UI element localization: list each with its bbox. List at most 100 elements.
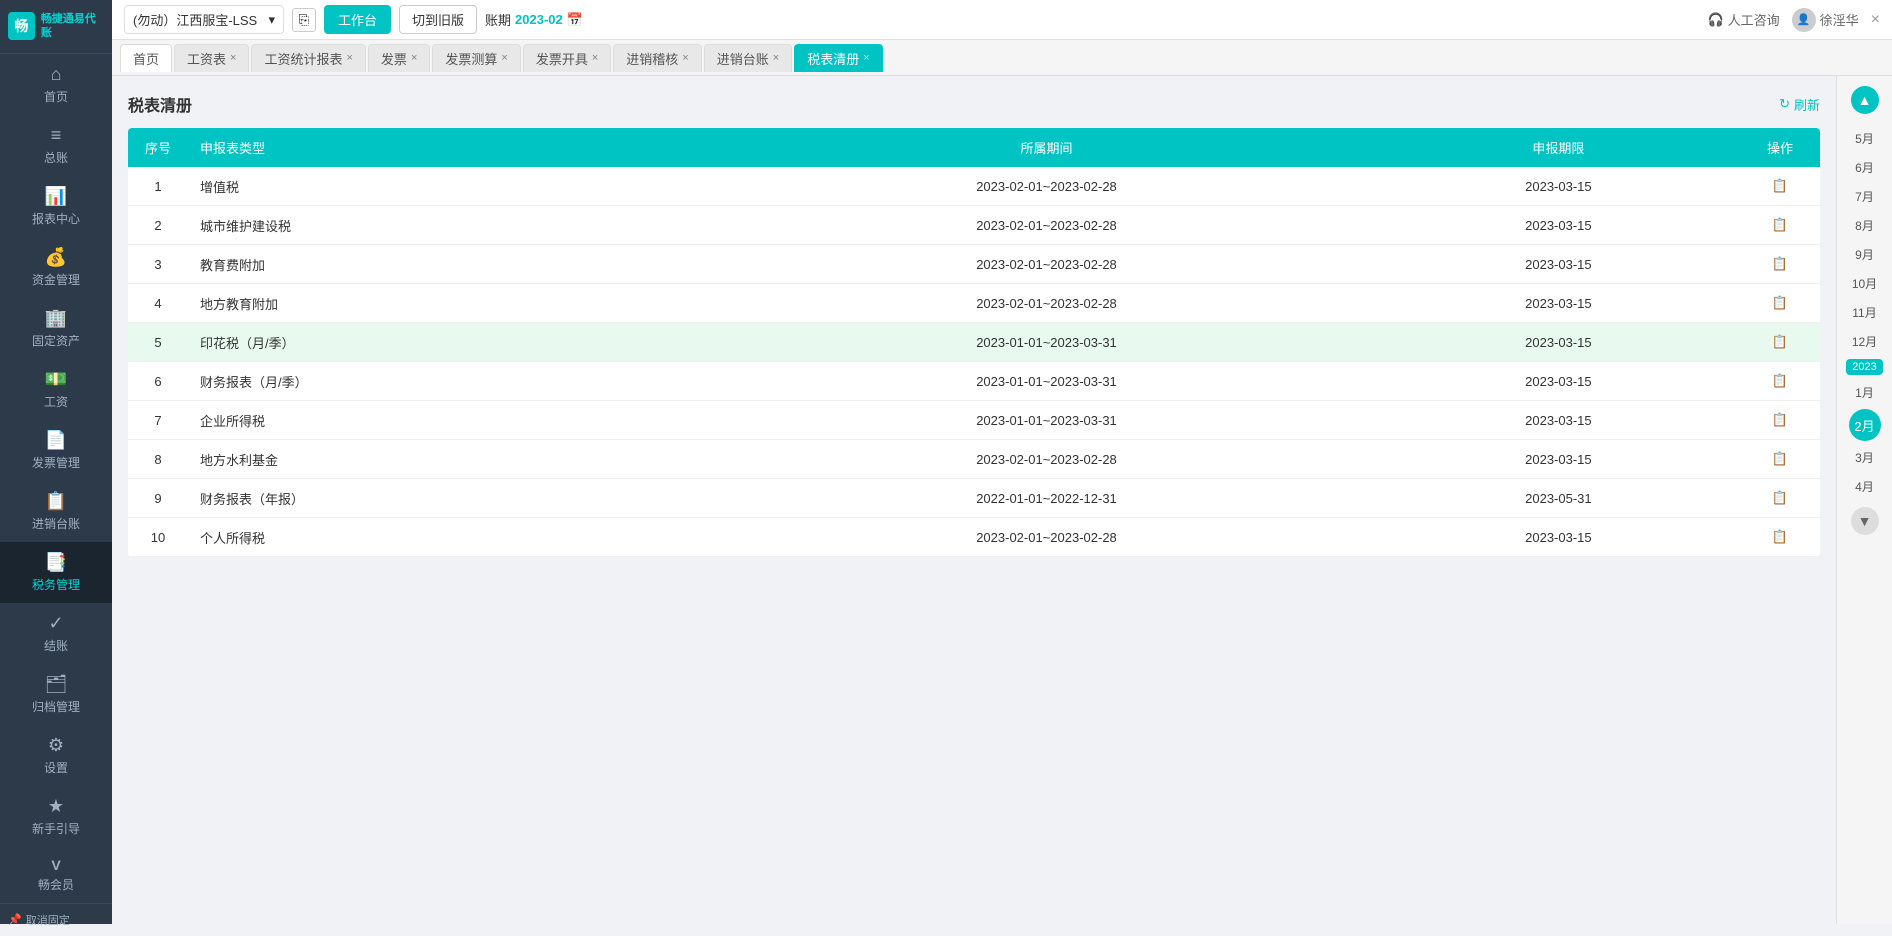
sidebar-item-settlement[interactable]: ✓ 结账 — [0, 603, 112, 664]
cell-action: 📋 — [1740, 518, 1820, 557]
tab-salary-stat[interactable]: 工资统计报表 × — [251, 44, 365, 72]
action-file-icon[interactable]: 📋 — [1770, 215, 1790, 235]
tab-close-icon[interactable]: × — [411, 52, 417, 64]
table-header-row: 序号 申报表类型 所属期间 申报期限 操作 — [128, 128, 1820, 167]
action-file-icon[interactable]: 📋 — [1770, 449, 1790, 469]
company-selector[interactable]: (勿动）江西服宝-LSS ▾ — [124, 5, 284, 34]
cal-month-9[interactable]: 9月 — [1843, 241, 1887, 268]
action-file-icon[interactable]: 📋 — [1770, 527, 1790, 547]
copy-icon[interactable]: ⎘ — [292, 8, 316, 32]
tab-close-icon[interactable]: × — [501, 52, 507, 64]
year-2023-badge[interactable]: 2023 — [1846, 359, 1882, 375]
avatar-icon: 👤 — [1792, 8, 1816, 32]
tabbar: 首页 工资表 × 工资统计报表 × 发票 × 发票测算 × 发票开具 × 进销稽… — [112, 40, 1892, 76]
calendar-icon[interactable]: 📅 — [567, 12, 583, 28]
calendar-up-nav[interactable]: ▲ — [1851, 86, 1879, 114]
consult-button[interactable]: 🎧 人工咨询 — [1707, 10, 1779, 29]
sidebar-item-new-guide[interactable]: ★ 新手引导 — [0, 786, 112, 847]
workbench-button[interactable]: 工作台 — [324, 5, 391, 34]
action-file-icon[interactable]: 📋 — [1770, 176, 1790, 196]
cell-no: 10 — [128, 518, 188, 557]
sidebar-item-report-center[interactable]: 📊 报表中心 — [0, 176, 112, 237]
tab-purchase-check[interactable]: 进销稽核 × — [613, 44, 701, 72]
refresh-icon: ↻ — [1779, 96, 1790, 112]
tab-invoice-calc[interactable]: 发票测算 × — [432, 44, 520, 72]
calendar-down-nav[interactable]: ▼ — [1851, 507, 1879, 535]
sidebar-item-label: 报表中心 — [32, 210, 80, 227]
cell-action: 📋 — [1740, 167, 1820, 206]
cell-type: 财务报表（月/季） — [188, 362, 716, 401]
cal-month-6[interactable]: 6月 — [1843, 154, 1887, 181]
tab-close-icon[interactable]: × — [230, 52, 236, 64]
tab-purchase-ledger[interactable]: 进销台账 × — [704, 44, 792, 72]
sidebar-item-label: 设置 — [44, 759, 68, 776]
cal-month-5[interactable]: 5月 — [1843, 125, 1887, 152]
cell-no: 2 — [128, 206, 188, 245]
cell-no: 6 — [128, 362, 188, 401]
cal-month-2-active[interactable]: 2月 — [1849, 409, 1881, 441]
sidebar-item-general-ledger[interactable]: ≡ 总账 — [0, 115, 112, 176]
tab-tax-register[interactable]: 税表清册 × — [794, 44, 882, 72]
sidebar-unpin-button[interactable]: 📌 取消固定 — [0, 903, 112, 936]
cell-action: 📋 — [1740, 362, 1820, 401]
tab-close-icon[interactable]: × — [346, 52, 352, 64]
tab-invoice-issue[interactable]: 发票开具 × — [523, 44, 611, 72]
cal-month-10[interactable]: 10月 — [1843, 270, 1887, 297]
action-file-icon[interactable]: 📋 — [1770, 371, 1790, 391]
tab-salary-table[interactable]: 工资表 × — [174, 44, 249, 72]
cal-month-11[interactable]: 11月 — [1843, 299, 1887, 326]
sidebar-item-member[interactable]: V 畅会员 — [0, 847, 112, 903]
cell-no: 8 — [128, 440, 188, 479]
sidebar-item-fund-mgmt[interactable]: 💰 资金管理 — [0, 237, 112, 298]
cell-deadline: 2023-05-31 — [1377, 479, 1740, 518]
cell-deadline: 2023-03-15 — [1377, 518, 1740, 557]
cell-deadline: 2023-03-15 — [1377, 245, 1740, 284]
action-file-icon[interactable]: 📋 — [1770, 293, 1790, 313]
sidebar-item-tax-mgmt[interactable]: 📑 税务管理 — [0, 542, 112, 603]
cell-deadline: 2023-03-15 — [1377, 440, 1740, 479]
refresh-button[interactable]: ↻ 刷新 — [1779, 95, 1820, 114]
cell-no: 3 — [128, 245, 188, 284]
sidebar-item-purchase-sales[interactable]: 📋 进销台账 — [0, 481, 112, 542]
col-no: 序号 — [128, 128, 188, 167]
col-period: 所属期间 — [716, 128, 1377, 167]
sidebar-item-archive-mgmt[interactable]: 🗂 归档管理 — [0, 664, 112, 725]
cal-month-8[interactable]: 8月 — [1843, 212, 1887, 239]
cell-period: 2023-02-01~2023-02-28 — [716, 440, 1377, 479]
calendar-panel: ▲ 5月 6月 7月 8月 9月 10月 11月 12月 2023 1月 2月 — [1836, 76, 1892, 924]
sidebar-item-home[interactable]: ⌂ 首页 — [0, 54, 112, 115]
action-file-icon[interactable]: 📋 — [1770, 332, 1790, 352]
cal-month-3[interactable]: 3月 — [1843, 444, 1887, 471]
salary-icon: 💵 — [45, 369, 67, 390]
tab-invoice[interactable]: 发票 × — [368, 44, 430, 72]
action-file-icon[interactable]: 📋 — [1770, 254, 1790, 274]
tab-close-icon[interactable]: × — [863, 52, 869, 64]
tab-close-icon[interactable]: × — [592, 52, 598, 64]
sidebar-item-salary[interactable]: 💵 工资 — [0, 359, 112, 420]
topbar-close-button[interactable]: × — [1871, 11, 1880, 29]
tab-close-icon[interactable]: × — [682, 52, 688, 64]
tab-label: 发票测算 — [445, 49, 497, 68]
switch-old-button[interactable]: 切到旧版 — [399, 5, 477, 34]
sidebar-item-fixed-assets[interactable]: 🏢 固定资产 — [0, 298, 112, 359]
purchase-icon: 📋 — [45, 491, 67, 512]
table-row: 3 教育费附加 2023-02-01~2023-02-28 2023-03-15… — [128, 245, 1820, 284]
sidebar-item-invoice-mgmt[interactable]: 📄 发票管理 — [0, 420, 112, 481]
cal-month-7[interactable]: 7月 — [1843, 183, 1887, 210]
cell-action: 📋 — [1740, 206, 1820, 245]
cal-month-1[interactable]: 1月 — [1843, 379, 1887, 406]
period-label: 账期 — [485, 10, 511, 29]
user-menu[interactable]: 👤 徐淫华 — [1792, 8, 1859, 32]
cal-month-4[interactable]: 4月 — [1843, 473, 1887, 500]
tab-home[interactable]: 首页 — [120, 44, 172, 72]
tax-table: 序号 申报表类型 所属期间 申报期限 操作 1 增值税 2023-02-01~2… — [128, 128, 1820, 557]
cal-month-12[interactable]: 12月 — [1843, 328, 1887, 355]
col-deadline: 申报期限 — [1377, 128, 1740, 167]
sidebar-item-label: 资金管理 — [32, 271, 80, 288]
sidebar-item-label: 固定资产 — [32, 332, 80, 349]
action-file-icon[interactable]: 📋 — [1770, 488, 1790, 508]
cell-action: 📋 — [1740, 323, 1820, 362]
tab-close-icon[interactable]: × — [773, 52, 779, 64]
sidebar-item-settings[interactable]: ⚙ 设置 — [0, 725, 112, 786]
action-file-icon[interactable]: 📋 — [1770, 410, 1790, 430]
